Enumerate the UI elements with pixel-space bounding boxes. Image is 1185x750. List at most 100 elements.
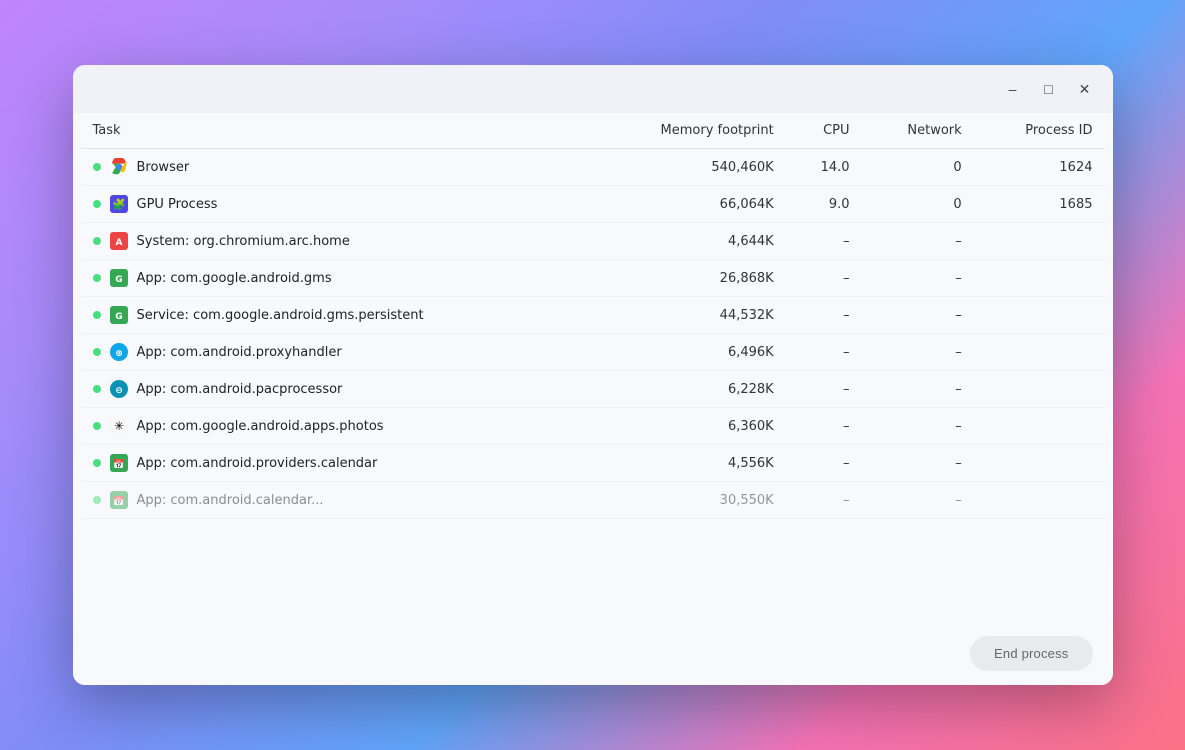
- pid-cell: [974, 408, 1105, 445]
- status-dot: [93, 385, 101, 393]
- memory-cell: 66,064K: [589, 186, 785, 223]
- cpu-cell: –: [786, 223, 862, 260]
- column-header-memory[interactable]: Memory footprint: [589, 113, 785, 149]
- table-row[interactable]: 📅 App: com.android.providers.calendar 4,…: [81, 445, 1105, 482]
- task-icon-arc: A: [109, 231, 129, 251]
- task-cell: ✳ App: com.google.android.apps.photos: [81, 408, 590, 445]
- network-cell: –: [862, 482, 974, 519]
- cpu-cell: –: [786, 260, 862, 297]
- pid-cell: [974, 371, 1105, 408]
- svg-text:✳: ✳: [113, 419, 123, 433]
- memory-cell: 4,556K: [589, 445, 785, 482]
- titlebar: – □ ✕: [73, 65, 1113, 113]
- task-icon-pac: ⊖: [109, 379, 129, 399]
- network-cell: –: [862, 223, 974, 260]
- network-cell: –: [862, 260, 974, 297]
- table-row[interactable]: ⊕ App: com.android.proxyhandler 6,496K –…: [81, 334, 1105, 371]
- table-row[interactable]: 🧩 GPU Process 66,064K 9.0 0 1685: [81, 186, 1105, 223]
- task-name: Browser: [137, 160, 190, 175]
- pid-cell: [974, 223, 1105, 260]
- task-icon-proxy: ⊕: [109, 342, 129, 362]
- cpu-cell: 9.0: [786, 186, 862, 223]
- table-row[interactable]: 📅 App: com.android.calendar... 30,550K –…: [81, 482, 1105, 519]
- table-container[interactable]: Task Memory footprint CPU Network Proces…: [73, 113, 1113, 622]
- status-dot: [93, 200, 101, 208]
- network-cell: –: [862, 445, 974, 482]
- minimize-icon: –: [1009, 81, 1017, 97]
- status-dot: [93, 311, 101, 319]
- column-header-network[interactable]: Network: [862, 113, 974, 149]
- task-icon-calendar: 📅: [109, 490, 129, 510]
- memory-cell: 30,550K: [589, 482, 785, 519]
- network-cell: 0: [862, 149, 974, 186]
- pid-cell: 1685: [974, 186, 1105, 223]
- status-dot: [93, 274, 101, 282]
- memory-cell: 6,360K: [589, 408, 785, 445]
- task-cell: Browser: [81, 149, 590, 186]
- table-row[interactable]: ✳ App: com.google.android.apps.photos 6,…: [81, 408, 1105, 445]
- pid-cell: [974, 260, 1105, 297]
- table-row[interactable]: A System: org.chromium.arc.home 4,644K –…: [81, 223, 1105, 260]
- svg-text:A: A: [115, 238, 122, 248]
- task-cell: 🧩 GPU Process: [81, 186, 590, 223]
- maximize-icon: □: [1044, 81, 1052, 97]
- task-icon-calendar: 📅: [109, 453, 129, 473]
- table-row[interactable]: G Service: com.google.android.gms.persis…: [81, 297, 1105, 334]
- status-dot: [93, 459, 101, 467]
- task-icon-photos: ✳: [109, 416, 129, 436]
- cpu-cell: –: [786, 408, 862, 445]
- pid-cell: [974, 445, 1105, 482]
- status-dot: [93, 237, 101, 245]
- task-cell: G App: com.google.android.gms: [81, 260, 590, 297]
- task-cell: ⊕ App: com.android.proxyhandler: [81, 334, 590, 371]
- memory-cell: 4,644K: [589, 223, 785, 260]
- task-name: App: com.google.android.apps.photos: [137, 419, 384, 434]
- table-header-row: Task Memory footprint CPU Network Proces…: [81, 113, 1105, 149]
- task-name: App: com.android.proxyhandler: [137, 345, 342, 360]
- table-row[interactable]: ⊖ App: com.android.pacprocessor 6,228K –…: [81, 371, 1105, 408]
- task-cell: A System: org.chromium.arc.home: [81, 223, 590, 260]
- pid-cell: 1624: [974, 149, 1105, 186]
- memory-cell: 540,460K: [589, 149, 785, 186]
- column-header-task[interactable]: Task: [81, 113, 590, 149]
- task-name: System: org.chromium.arc.home: [137, 234, 350, 249]
- table-row[interactable]: G App: com.google.android.gms 26,868K – …: [81, 260, 1105, 297]
- status-dot: [93, 348, 101, 356]
- cpu-cell: –: [786, 297, 862, 334]
- network-cell: –: [862, 408, 974, 445]
- network-cell: –: [862, 371, 974, 408]
- svg-text:G: G: [115, 312, 122, 322]
- memory-cell: 6,228K: [589, 371, 785, 408]
- column-header-pid[interactable]: Process ID: [974, 113, 1105, 149]
- cpu-cell: –: [786, 482, 862, 519]
- pid-cell: [974, 482, 1105, 519]
- status-dot: [93, 496, 101, 504]
- maximize-button[interactable]: □: [1035, 75, 1063, 103]
- network-cell: –: [862, 297, 974, 334]
- column-header-cpu[interactable]: CPU: [786, 113, 862, 149]
- pid-cell: [974, 334, 1105, 371]
- svg-text:📅: 📅: [113, 458, 124, 470]
- close-icon: ✕: [1079, 81, 1091, 98]
- svg-text:⊕: ⊕: [115, 349, 123, 359]
- task-name: GPU Process: [137, 197, 218, 212]
- task-name: App: com.android.providers.calendar: [137, 456, 378, 471]
- task-cell: 📅 App: com.android.calendar...: [81, 482, 590, 519]
- table-row[interactable]: Browser 540,460K 14.0 0 1624: [81, 149, 1105, 186]
- task-icon-chrome: [109, 157, 129, 177]
- memory-cell: 44,532K: [589, 297, 785, 334]
- task-table: Task Memory footprint CPU Network Proces…: [81, 113, 1105, 519]
- end-process-button[interactable]: End process: [970, 636, 1092, 671]
- task-cell: ⊖ App: com.android.pacprocessor: [81, 371, 590, 408]
- pid-cell: [974, 297, 1105, 334]
- svg-text:📅: 📅: [113, 495, 124, 507]
- task-manager-window: – □ ✕ Task Memory footprint CPU Network …: [73, 65, 1113, 685]
- content-area: Task Memory footprint CPU Network Proces…: [73, 113, 1113, 622]
- close-button[interactable]: ✕: [1071, 75, 1099, 103]
- task-cell: 📅 App: com.android.providers.calendar: [81, 445, 590, 482]
- minimize-button[interactable]: –: [999, 75, 1027, 103]
- task-name: App: com.android.calendar...: [137, 493, 324, 508]
- footer: End process: [73, 622, 1113, 685]
- network-cell: 0: [862, 186, 974, 223]
- svg-text:⊖: ⊖: [115, 386, 123, 396]
